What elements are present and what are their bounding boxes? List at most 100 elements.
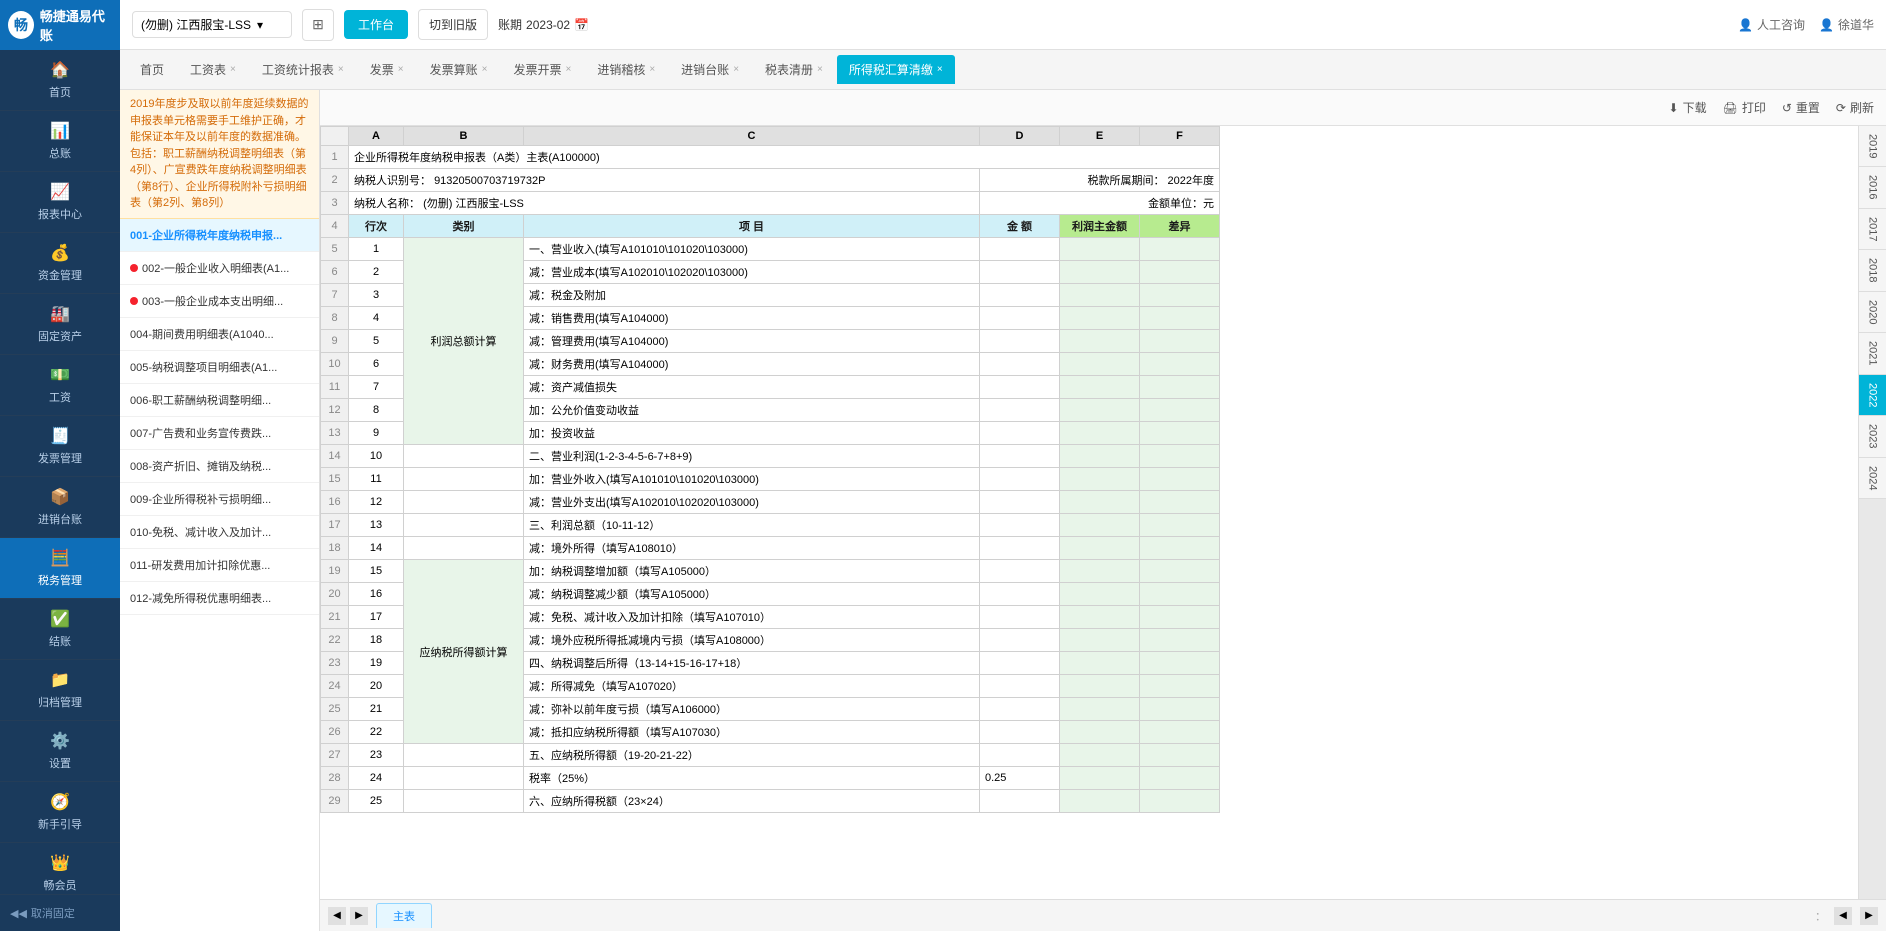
form-item-001[interactable]: 001-企业所得税年度纳税申报... — [120, 219, 319, 252]
sidebar-toggle[interactable]: ◀◀ 取消固定 — [0, 894, 120, 931]
tax-icon: 🧮 — [50, 548, 70, 568]
copy-icon-btn[interactable]: ⊞ — [302, 9, 334, 41]
close-icon[interactable]: × — [733, 64, 739, 75]
form-item-012[interactable]: 012-减免所得税优惠明细表... — [120, 582, 319, 615]
close-icon[interactable]: × — [482, 64, 488, 75]
scroll-hint: ： — [1815, 908, 1826, 924]
sidebar-item-label: 税务管理 — [38, 572, 82, 588]
download-button[interactable]: ⬇ 下载 — [1669, 99, 1707, 116]
right-panel: ⬇ 下载 🖨 打印 ↺ 重置 ⟳ 刷新 — [320, 90, 1886, 931]
year-2021[interactable]: 2021 — [1859, 333, 1886, 374]
close-icon[interactable]: × — [230, 64, 236, 75]
scroll-left-button[interactable]: ◀ — [1834, 907, 1852, 925]
tab-purchase-ledger[interactable]: 进销台账 × — [669, 55, 751, 84]
tab-invoice-calc[interactable]: 发票算账 × — [418, 55, 500, 84]
tab-salary[interactable]: 工资表 × — [178, 55, 248, 84]
print-icon: 🖨 — [1723, 101, 1738, 115]
sidebar-item-archive[interactable]: 📁 归档管理 — [0, 660, 120, 721]
year-sidebar: 2019 2016 2017 2018 2020 2021 2022 2023 … — [1858, 126, 1886, 899]
form-item-010[interactable]: 010-免税、减计收入及加计... — [120, 516, 319, 549]
table-row: 3 纳税人名称： (勿删) 江西服宝-LSS 金额单位：元 — [321, 192, 1220, 215]
refresh-button[interactable]: ⟳ 刷新 — [1836, 99, 1874, 116]
sheet-tab-main[interactable]: 主表 — [376, 903, 432, 928]
ai-consult-btn[interactable]: 👤 人工咨询 — [1738, 16, 1805, 33]
sidebar-item-report[interactable]: 📈 报表中心 — [0, 172, 120, 233]
user-avatar[interactable]: 👤 徐道华 — [1819, 16, 1874, 33]
form-item-label: 001-企业所得税年度纳税申报... — [130, 227, 282, 243]
invoice-icon: 🧾 — [50, 426, 70, 446]
form-item-008[interactable]: 008-资产折旧、摊销及纳税... — [120, 450, 319, 483]
tab-home[interactable]: 首页 — [128, 55, 176, 84]
close-icon[interactable]: × — [817, 64, 823, 75]
tab-salary-report[interactable]: 工资统计报表 × — [250, 55, 356, 84]
sidebar-item-settings[interactable]: ⚙️ 设置 — [0, 721, 120, 782]
year-2020[interactable]: 2020 — [1859, 292, 1886, 333]
sidebar-item-fund[interactable]: 💰 资金管理 — [0, 233, 120, 294]
sidebar-item-guide[interactable]: 🧭 新手引导 — [0, 782, 120, 843]
close-icon[interactable]: × — [565, 64, 571, 75]
sidebar-item-label: 新手引导 — [38, 816, 82, 832]
form-item-007[interactable]: 007-广告费和业务宣传费跌... — [120, 417, 319, 450]
left-panel: 2019年度步及取以前年度延续数据的申报表单元格需要手工维护正确，才能保证本年及… — [120, 90, 320, 931]
col-a-header: 行次 — [349, 215, 404, 238]
form-item-002[interactable]: 002-一般企业收入明细表(A1... — [120, 252, 319, 285]
switch-version-button[interactable]: 切到旧版 — [418, 9, 488, 40]
year-2017[interactable]: 2017 — [1859, 209, 1886, 250]
form-item-009[interactable]: 009-企业所得税补亏损明细... — [120, 483, 319, 516]
year-2022[interactable]: 2022 — [1859, 375, 1886, 416]
reset-button[interactable]: ↺ 重置 — [1782, 99, 1820, 116]
sidebar-item-invoice[interactable]: 🧾 发票管理 — [0, 416, 120, 477]
form-item-label: 009-企业所得税补亏损明细... — [130, 491, 271, 507]
tab-purchase-check[interactable]: 进销稽核 × — [585, 55, 667, 84]
company-name: (勿删) 江西服宝-LSS — [141, 16, 251, 33]
sidebar-item-purchase[interactable]: 📦 进销台账 — [0, 477, 120, 538]
sidebar-item-label: 报表中心 — [38, 206, 82, 222]
form-item-label: 003-一般企业成本支出明细... — [142, 293, 283, 309]
year-2024[interactable]: 2024 — [1859, 458, 1886, 499]
form-item-label: 005-纳税调整项目明细表(A1... — [130, 359, 277, 375]
tab-invoice-open[interactable]: 发票开票 × — [501, 55, 583, 84]
close-icon[interactable]: × — [398, 64, 404, 75]
form-item-label: 004-期间费用明细表(A1040... — [130, 326, 274, 342]
sidebar-item-label: 工资 — [49, 389, 71, 405]
col-d-header: 金 额 — [980, 215, 1060, 238]
year-2018[interactable]: 2018 — [1859, 250, 1886, 291]
col-header-c: C — [524, 127, 980, 146]
sidebar-item-salary[interactable]: 💵 工资 — [0, 355, 120, 416]
error-dot — [130, 264, 138, 272]
salary-icon: 💵 — [50, 365, 70, 385]
sidebar-item-asset[interactable]: 🏭 固定资产 — [0, 294, 120, 355]
logo-text: 畅捷通易代账 — [40, 6, 112, 44]
form-item-004[interactable]: 004-期间费用明细表(A1040... — [120, 318, 319, 351]
sidebar-item-ledger[interactable]: 📊 总账 — [0, 111, 120, 172]
workbench-button[interactable]: 工作台 — [344, 10, 408, 39]
year-2016[interactable]: 2016 — [1859, 167, 1886, 208]
form-item-003[interactable]: 003-一般企业成本支出明细... — [120, 285, 319, 318]
company-selector[interactable]: (勿删) 江西服宝-LSS ▾ — [132, 11, 292, 38]
print-button[interactable]: 🖨 打印 — [1723, 99, 1766, 116]
close-icon[interactable]: × — [649, 64, 655, 75]
spreadsheet-wrap[interactable]: A B C D E F 1 企业所 — [320, 126, 1858, 899]
sheet-toolbar: ⬇ 下载 🖨 打印 ↺ 重置 ⟳ 刷新 — [320, 90, 1886, 126]
scroll-right-button[interactable]: ▶ — [1860, 907, 1878, 925]
tab-invoice[interactable]: 发票 × — [358, 55, 416, 84]
form-item-006[interactable]: 006-职工薪酬纳税调整明细... — [120, 384, 319, 417]
tab-tax-list[interactable]: 税表清册 × — [753, 55, 835, 84]
form-item-011[interactable]: 011-研发费用加计扣除优惠... — [120, 549, 319, 582]
next-sheet-button[interactable]: ▶ — [350, 907, 368, 925]
ledger-icon: 📊 — [50, 121, 70, 141]
sidebar-item-tax[interactable]: 🧮 税务管理 — [0, 538, 120, 599]
sidebar-item-closing[interactable]: ✅ 结账 — [0, 599, 120, 660]
close-icon[interactable]: × — [937, 64, 943, 75]
form-item-label: 007-广告费和业务宣传费跌... — [130, 425, 271, 441]
close-icon[interactable]: × — [338, 64, 344, 75]
form-item-005[interactable]: 005-纳税调整项目明细表(A1... — [120, 351, 319, 384]
closing-icon: ✅ — [50, 609, 70, 629]
sidebar-item-home[interactable]: 🏠 首页 — [0, 50, 120, 111]
year-2019[interactable]: 2019 — [1859, 126, 1886, 167]
form-item-label: 002-一般企业收入明细表(A1... — [142, 260, 289, 276]
sidebar-item-member[interactable]: 👑 畅会员 — [0, 843, 120, 894]
year-2023[interactable]: 2023 — [1859, 416, 1886, 457]
prev-sheet-button[interactable]: ◀ — [328, 907, 346, 925]
tab-income-tax[interactable]: 所得税汇算清缴 × — [837, 55, 955, 84]
